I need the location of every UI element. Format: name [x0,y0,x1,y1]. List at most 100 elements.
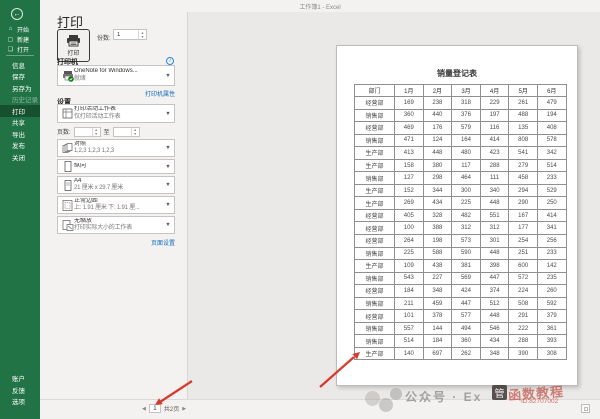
new-document-icon: ▢ [7,36,14,43]
value-cell: 264 [394,234,424,248]
value-cell: 250 [536,196,567,210]
printer-icon [67,34,80,46]
print-target-combo[interactable]: 打印活动工作表 仅打印活动工作表 ▼ [57,104,175,123]
page-setup-link[interactable]: 页面设置 [151,238,175,247]
value-cell: 294 [508,183,538,198]
column-header: 3月 [451,84,481,97]
scaling-combo[interactable]: 无缩放 打印实际大小的工作表 ▼ [57,216,175,234]
value-cell: 225 [394,246,424,261]
value-cell: 341 [536,221,567,235]
department-cell: 销售部 [354,296,395,311]
margins-combo[interactable]: 正常边距 上: 1.91 厘米 下: 1.91 厘... ▼ [57,196,175,214]
value-cell: 374 [479,284,510,298]
sidebar-item-print[interactable]: 打印 [0,105,40,117]
table-row: 销售部 514 184 360 434 288 393 [354,334,567,348]
collation-title: 对照 [74,140,87,147]
spinner-arrows-icon[interactable]: ▲ ▼ [138,30,146,39]
department-cell: 销售部 [354,108,395,123]
table-row: 销售部 211 459 447 512 508 592 [354,296,567,311]
department-cell: 销售部 [354,334,395,348]
zoom-to-page-icon[interactable] [581,404,590,413]
window-titlebar: 工作簿1 - Excel [40,0,600,12]
printer-selector[interactable]: OneNote for Windows... 就绪 ▼ [57,65,175,86]
value-cell: 127 [394,171,424,185]
value-cell: 109 [394,259,424,273]
orientation-title: 纵向 [74,162,87,169]
sidebar-item-save-as[interactable]: 另存为 [0,82,40,94]
department-cell: 经营部 [354,221,395,235]
value-cell: 290 [508,196,538,210]
sidebar-item-close[interactable]: 关闭 [0,151,40,163]
table-row: 销售部 225 588 590 448 251 233 [354,246,567,261]
pages-from-spinner[interactable]: ▲ ▼ [73,126,101,137]
pages-label: 页数: [57,130,71,136]
value-cell: 169 [394,96,424,110]
chevron-down-icon: ▼ [165,163,171,170]
value-cell: 197 [479,108,510,123]
info-icon[interactable]: i [166,57,174,65]
previous-page-icon[interactable]: ◀ [142,406,146,412]
sidebar-item-home[interactable]: ⌂ 开始 [0,24,40,34]
sidebar-item-open[interactable]: ❏ 打开 [0,44,40,54]
sidebar-item-options[interactable]: 选项 [0,396,40,408]
value-cell: 514 [394,334,424,348]
chevron-down-icon: ▼ [165,202,171,208]
spinner-arrows-icon[interactable]: ▲ ▼ [130,127,139,136]
panel-preview-divider [187,12,188,399]
value-cell: 117 [451,158,481,173]
department-cell: 销售部 [354,171,395,185]
back-arrow-icon[interactable]: ← [11,8,23,20]
sidebar-item-export[interactable]: 导出 [0,128,40,140]
sheet-title: 销量登记表 [437,69,477,78]
department-cell: 销售部 [354,321,395,336]
preview-bottom-bar: ◀ 1 共2页 ▶ [40,399,600,419]
column-header: 部门 [354,84,395,97]
table-row: 生产部 109 438 381 398 600 142 [354,259,567,273]
value-cell: 572 [508,271,538,286]
chevron-down-icon: ▼ [165,222,171,228]
sidebar-item-feedback[interactable]: 反馈 [0,384,40,396]
sidebar-main-items: 信息 保存 另存为 历史记录 打印 共享 导出 发布 关闭 [0,59,40,163]
value-cell: 251 [508,246,538,261]
value-cell: 482 [451,208,481,223]
department-cell: 经营部 [354,208,395,223]
value-cell: 288 [479,158,510,173]
sidebar-item-info[interactable]: 信息 [0,59,40,71]
copies-spinner[interactable]: ▲▼ [113,29,147,40]
spinner-arrows-icon[interactable]: ▲ ▼ [91,127,100,136]
value-cell: 546 [479,321,510,336]
next-page-icon[interactable]: ▶ [182,406,186,412]
value-cell: 488 [508,108,538,123]
portrait-orientation-icon [61,161,74,172]
pages-range-row: 页数: ▲ ▼ 至 ▲ ▼ [57,126,140,137]
value-cell: 590 [451,246,481,261]
value-cell: 308 [536,346,567,361]
copies-input[interactable] [114,31,138,38]
orientation-combo[interactable]: 纵向 ▼ [57,159,175,174]
value-cell: 340 [479,183,510,198]
collation-combo[interactable]: 对照 1,2,3 1,2,3 1,2,3 ▼ [57,139,175,157]
department-cell: 经营部 [354,309,395,323]
value-cell: 224 [508,284,538,298]
sidebar-item-save[interactable]: 保存 [0,71,40,83]
home-icon: ⌂ [8,26,13,32]
value-cell: 592 [536,296,567,311]
sidebar-item-new[interactable]: ▢ 新建 [0,34,40,44]
current-page-input[interactable]: 1 [148,404,161,413]
pages-from-input[interactable] [74,128,92,135]
pages-to-input[interactable] [113,128,131,135]
value-cell: 111 [479,171,510,185]
sidebar-item-account[interactable]: 账户 [0,373,40,385]
sidebar-item-share[interactable]: 共享 [0,117,40,129]
value-cell: 164 [451,133,481,148]
no-scaling-icon [61,219,74,231]
sidebar-item-publish[interactable]: 发布 [0,140,40,152]
pages-to-spinner[interactable]: ▲ ▼ [112,126,140,137]
value-cell: 579 [451,121,481,135]
printer-properties-link[interactable]: 打印机属性 [145,89,175,98]
value-cell: 459 [422,296,453,311]
value-cell: 233 [536,171,567,185]
value-cell: 142 [536,259,567,273]
paper-size-combo[interactable]: A4 21 厘米 x 29.7 厘米 ▼ [57,176,175,194]
value-cell: 184 [394,284,424,298]
